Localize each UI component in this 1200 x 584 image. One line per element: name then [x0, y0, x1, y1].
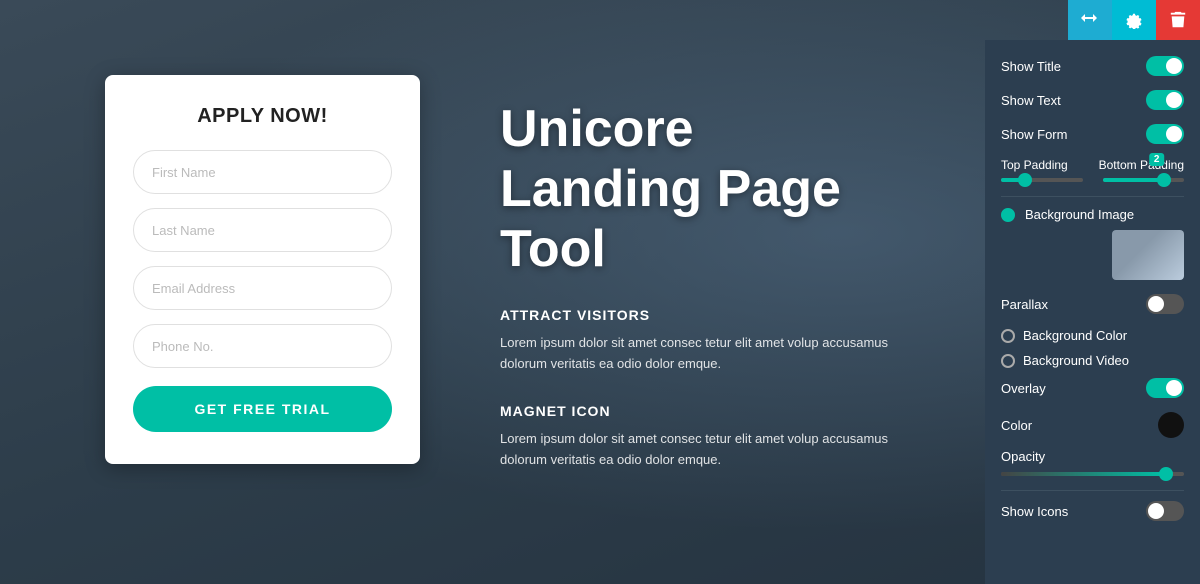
bg-video-label: Background Video: [1023, 353, 1129, 368]
hero-title: UnicoreLanding Page Tool: [500, 100, 920, 279]
opacity-track[interactable]: [1001, 472, 1184, 476]
opacity-label: Opacity: [1001, 449, 1045, 464]
bottom-padding-label: Bottom Padding: [1099, 158, 1184, 172]
show-title-row: Show Title: [1001, 56, 1184, 76]
top-padding-label: Top Padding: [1001, 158, 1068, 172]
phone-input[interactable]: [133, 324, 392, 368]
hero-content: UnicoreLanding Page Tool ATTRACT VISITOR…: [500, 100, 920, 499]
email-input[interactable]: [133, 266, 392, 310]
show-icons-toggle[interactable]: [1146, 501, 1184, 521]
bg-color-label: Background Color: [1023, 328, 1127, 343]
overlay-row: Overlay: [1001, 378, 1184, 398]
show-title-label: Show Title: [1001, 59, 1061, 74]
show-text-row: Show Text: [1001, 90, 1184, 110]
bg-image-section: Background Image: [1001, 207, 1184, 280]
toolbar-swap-button[interactable]: [1068, 0, 1112, 40]
padding-slider-row: 2: [1001, 178, 1184, 182]
top-toolbar: [1068, 0, 1200, 40]
show-form-row: Show Form: [1001, 124, 1184, 144]
parallax-toggle[interactable]: [1146, 294, 1184, 314]
show-icons-label: Show Icons: [1001, 504, 1068, 519]
form-card: APPLY NOW! GET FREE TRIAL: [105, 75, 420, 464]
slider-badge: 2: [1149, 153, 1165, 166]
opacity-section: Opacity: [1001, 448, 1184, 476]
toolbar-settings-button[interactable]: [1112, 0, 1156, 40]
bg-color-radio[interactable]: [1001, 329, 1015, 343]
overlay-toggle[interactable]: [1146, 378, 1184, 398]
show-text-label: Show Text: [1001, 93, 1061, 108]
bg-thumbnail[interactable]: [1112, 230, 1184, 280]
bg-video-radio[interactable]: [1001, 354, 1015, 368]
form-title: APPLY NOW!: [133, 105, 392, 128]
top-padding-track[interactable]: [1001, 178, 1083, 182]
color-label: Color: [1001, 418, 1032, 433]
parallax-label: Parallax: [1001, 297, 1048, 312]
color-swatch[interactable]: [1158, 412, 1184, 438]
show-form-toggle[interactable]: [1146, 124, 1184, 144]
show-title-toggle[interactable]: [1146, 56, 1184, 76]
section1-text: Lorem ipsum dolor sit amet consec tetur …: [500, 333, 920, 375]
divider1: [1001, 196, 1184, 197]
divider2: [1001, 490, 1184, 491]
show-text-toggle[interactable]: [1146, 90, 1184, 110]
show-form-label: Show Form: [1001, 127, 1067, 142]
bg-image-label: Background Image: [1025, 207, 1134, 222]
section2-title: MAGNET ICON: [500, 403, 920, 419]
show-icons-row: Show Icons: [1001, 501, 1184, 521]
submit-button[interactable]: GET FREE TRIAL: [133, 386, 392, 432]
overlay-label: Overlay: [1001, 381, 1046, 396]
toolbar-delete-button[interactable]: [1156, 0, 1200, 40]
right-panel: Show Title Show Text Show Form Top Paddi…: [985, 40, 1200, 584]
first-name-input[interactable]: [133, 150, 392, 194]
parallax-row: Parallax: [1001, 294, 1184, 314]
bg-image-radio[interactable]: [1001, 208, 1015, 222]
bottom-padding-track[interactable]: 2: [1103, 178, 1185, 182]
bg-color-row: Background Color: [1001, 328, 1184, 343]
last-name-input[interactable]: [133, 208, 392, 252]
padding-section: Top Padding Bottom Padding 2: [1001, 158, 1184, 182]
color-row: Color: [1001, 412, 1184, 438]
section1-title: ATTRACT VISITORS: [500, 307, 920, 323]
section2-text: Lorem ipsum dolor sit amet consec tetur …: [500, 429, 920, 471]
bg-video-row: Background Video: [1001, 353, 1184, 368]
